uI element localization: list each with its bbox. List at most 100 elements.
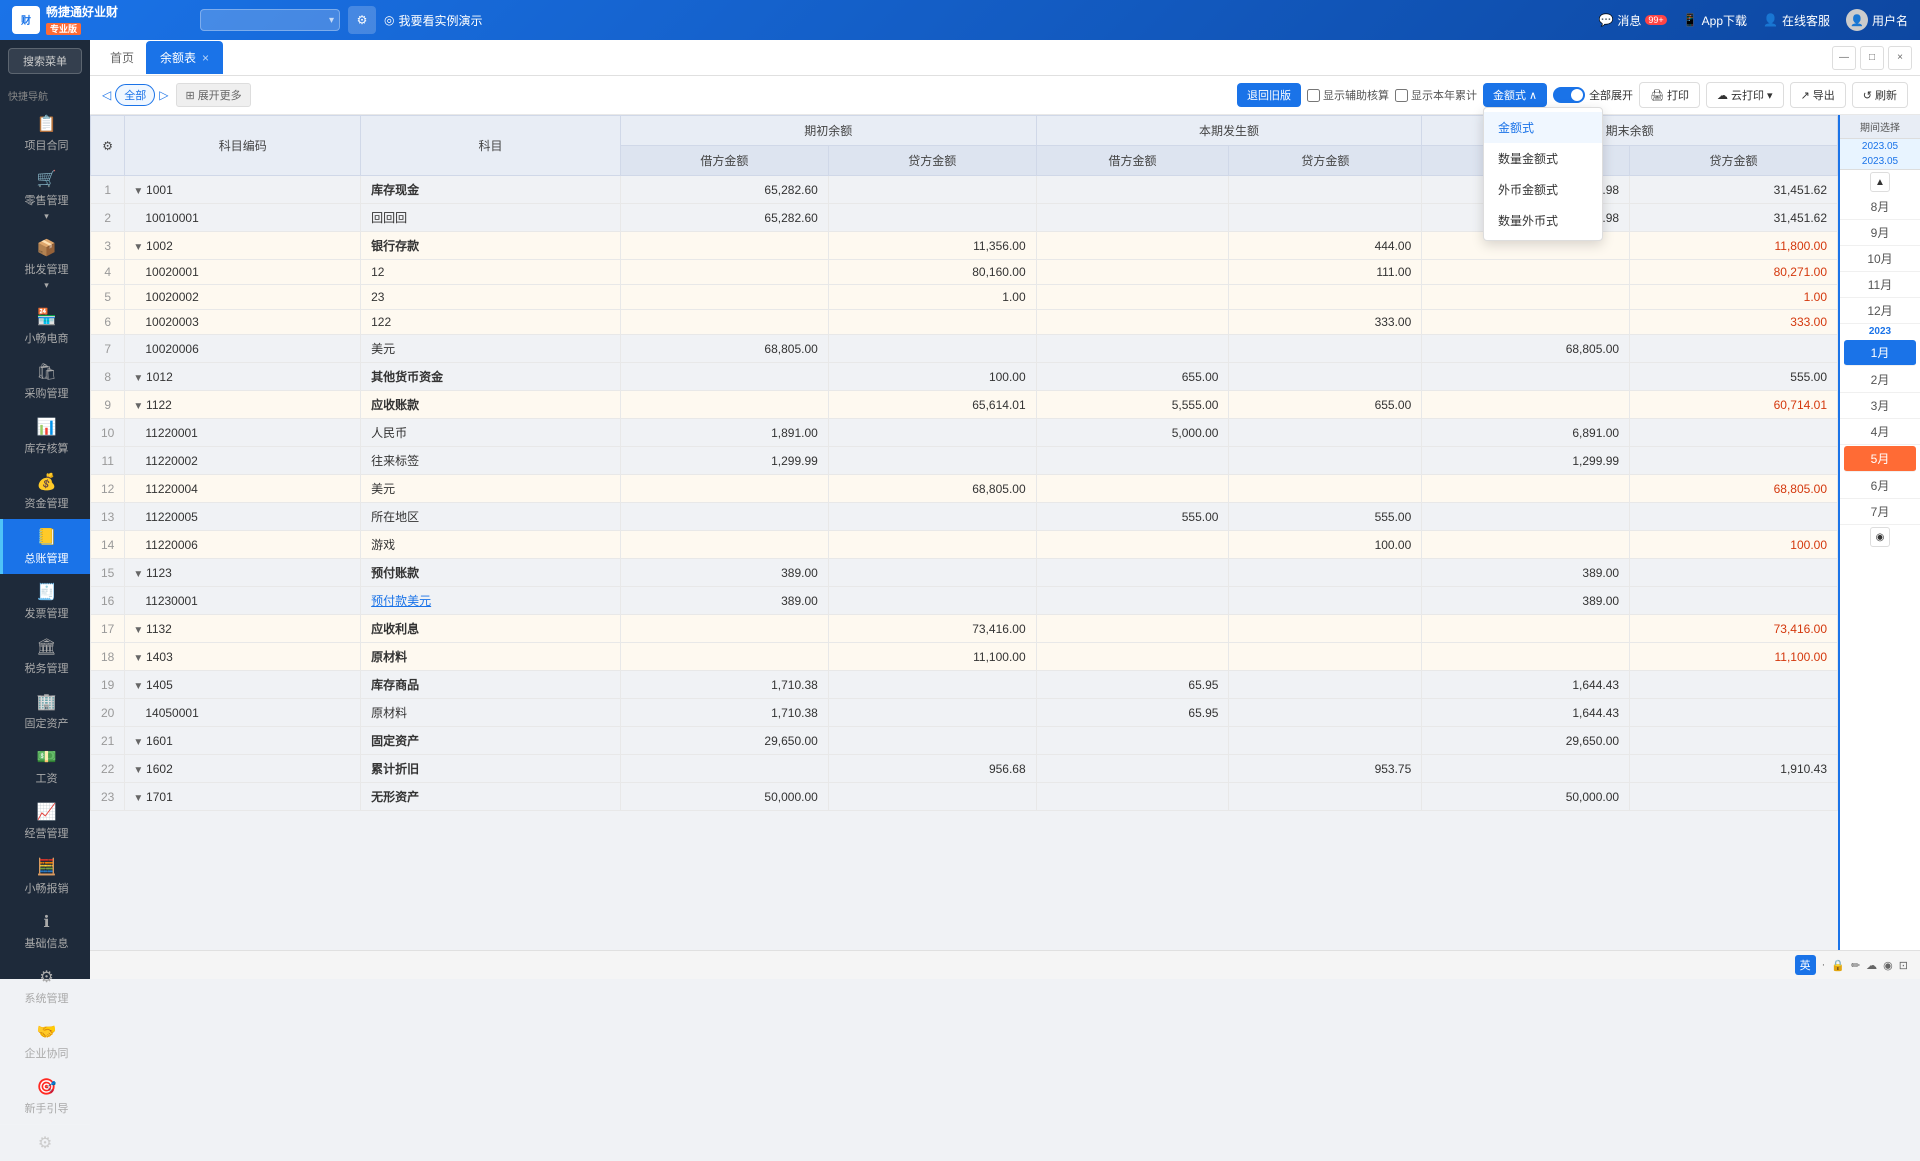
td-period-credit [1229,363,1422,391]
period-item-mar[interactable]: 3月 [1840,393,1920,419]
sidebar-item-ecommerce[interactable]: 🏪 小畅电商 [0,299,90,354]
period-item-nov[interactable]: 11月 [1840,272,1920,298]
expand-more-button[interactable]: ⊞ 展开更多 [176,83,250,107]
cloud-print-button[interactable]: ☁ 云打印 ▾ [1706,82,1784,108]
td-code: ▼ 1001 [125,176,361,204]
print-button[interactable]: 🖨 打印 [1639,82,1700,108]
export-button[interactable]: ↗ 导出 [1790,82,1846,108]
show-ytd-checkbox[interactable]: 显示本年累计 [1395,87,1477,103]
show-assist-checkbox[interactable]: 显示辅助核算 [1307,87,1389,103]
td-opening-credit [828,671,1036,699]
td-closing-credit: 73,416.00 [1630,615,1838,643]
tab-balance[interactable]: 余额表 × [146,41,223,74]
sidebar-item-wholesale[interactable]: 📦 批发管理 ▾ [0,230,90,299]
top-search-input[interactable] [200,9,340,31]
period-down-button[interactable]: ◉ [1870,527,1890,547]
bottom-edit-icon[interactable]: ✏ [1851,959,1860,972]
app-download-button[interactable]: 📱 App下载 [1683,12,1747,29]
online-support-button[interactable]: 👤 在线客服 [1763,12,1830,29]
filter-back-icon[interactable]: ◁ [102,88,111,102]
sidebar-item-guide[interactable]: 🎯 新手引导 [0,1069,90,1124]
bottom-lock-icon[interactable]: 🔒 [1831,959,1845,972]
td-opening-debit [620,643,828,671]
user-area[interactable]: 👤 用户名 [1846,9,1908,31]
window-minimize-button[interactable]: — [1832,46,1856,70]
bottom-circle-icon[interactable]: ◉ [1883,959,1893,972]
td-closing-debit: 1,299.99 [1422,447,1630,475]
format-option-qty-foreign[interactable]: 数量外币式 [1484,205,1602,236]
td-period-debit [1036,310,1229,335]
filter-all-tag[interactable]: 全部 [115,84,155,106]
sidebar-item-guide-label: 新手引导 [25,1100,69,1116]
demo-link[interactable]: ◎ 我要看实例演示 [384,12,483,29]
filter-arrow-icon[interactable]: ▷ [159,88,168,102]
settings-gear-button[interactable]: ⚙ [348,6,376,34]
period-item-dec[interactable]: 12月 [1840,298,1920,324]
sidebar-item-ledger[interactable]: 📒 总账管理 [0,519,90,574]
sidebar-item-inventory[interactable]: 📊 库存核算 [0,409,90,464]
period-item-may[interactable]: 5月 [1844,446,1916,472]
demo-icon: ◎ [384,13,394,27]
bottom-cloud-icon[interactable]: ☁ [1866,959,1877,972]
sidebar-item-operations[interactable]: 📈 经营管理 [0,794,90,849]
sidebar-item-capital[interactable]: 💰 资金管理 [0,464,90,519]
expand-all-toggle[interactable] [1553,87,1585,103]
td-rownum: 13 [91,503,125,531]
wholesale-icon: 📦 [37,238,57,258]
sidebar-item-basic[interactable]: ℹ 基础信息 [0,904,90,959]
tab-home[interactable]: 首页 [98,41,146,74]
period-item-oct[interactable]: 10月 [1840,246,1920,272]
period-item-apr[interactable]: 4月 [1840,419,1920,445]
sidebar-item-purchase[interactable]: 🛍 采购管理 [0,354,90,409]
td-opening-debit [620,503,828,531]
format-option-amount[interactable]: 金额式 [1484,112,1602,143]
sidebar-item-invoice[interactable]: 🧾 发票管理 [0,574,90,629]
sidebar-item-cooperation[interactable]: 🤝 企业协同 [0,1014,90,1069]
format-option-foreign[interactable]: 外币金额式 [1484,174,1602,205]
table-row: 4 10020001 12 80,160.00 111.00 80,271.00 [91,260,1838,285]
bottom-grid-icon[interactable]: ⊡ [1899,959,1908,972]
refresh-button[interactable]: ↺ 刷新 [1852,82,1908,108]
period-item-aug[interactable]: 8月 [1840,194,1920,220]
format-dropdown-button[interactable]: 金额式 ∧ [1483,83,1547,107]
sidebar-item-system[interactable]: ⚙ 系统管理 [0,959,90,1014]
sidebar-item-retail[interactable]: 🛒 零售管理 ▾ [0,161,90,230]
inventory-icon: 📊 [37,417,57,437]
export-label: 导出 [1813,87,1835,103]
td-subject: 回回回 [361,204,621,232]
td-period-credit [1229,643,1422,671]
sidebar-search-button[interactable]: 搜索菜单 [8,48,82,74]
period-up-button[interactable]: ▲ [1870,172,1890,192]
message-button[interactable]: 💬 消息 99+ [1598,12,1666,29]
sidebar-settings-icon[interactable]: ⚙ [38,1133,52,1153]
td-closing-debit: 389.00 [1422,587,1630,615]
td-subject: 应收利息 [361,615,621,643]
window-close-button[interactable]: × [1888,46,1912,70]
sidebar-item-salary[interactable]: 💵 工资 [0,739,90,794]
return-old-button[interactable]: 退回旧版 [1237,83,1301,107]
sidebar-item-sales[interactable]: 🧮 小畅报销 [0,849,90,904]
period-item-jul[interactable]: 7月 [1840,499,1920,525]
td-closing-debit [1422,643,1630,671]
cloud-print-caret: ▾ [1767,89,1773,102]
refresh-icon: ↺ [1863,89,1872,102]
td-rownum: 18 [91,643,125,671]
th-settings[interactable]: ⚙ [91,116,125,176]
sidebar-item-asset[interactable]: 🏢 固定资产 [0,684,90,739]
td-closing-credit [1630,671,1838,699]
bottom-translate-icon[interactable]: 英 [1795,955,1816,975]
period-item-jun[interactable]: 6月 [1840,473,1920,499]
sidebar-item-system-label: 系统管理 [25,990,69,1006]
tab-balance-close[interactable]: × [202,51,209,65]
sidebar-item-ledger-label: 总账管理 [25,550,69,566]
period-item-jan[interactable]: 1月 [1844,340,1916,366]
td-closing-credit [1630,335,1838,363]
period-item-feb[interactable]: 2月 [1840,367,1920,393]
sidebar-item-project[interactable]: 📋 项目合同 [0,106,90,161]
sidebar-item-tax[interactable]: 🏛 税务管理 [0,629,90,684]
period-item-sep[interactable]: 9月 [1840,220,1920,246]
format-option-qty-amount[interactable]: 数量金额式 [1484,143,1602,174]
window-restore-button[interactable]: □ [1860,46,1884,70]
td-period-credit [1229,783,1422,811]
td-closing-debit [1422,260,1630,285]
